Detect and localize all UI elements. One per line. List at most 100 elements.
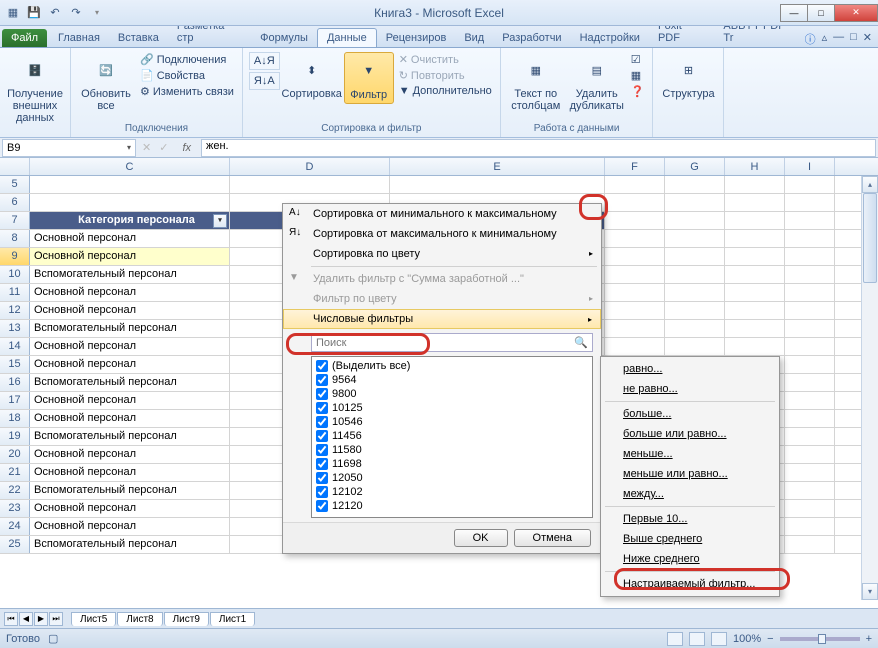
tab-Главная[interactable]: Главная <box>49 29 109 47</box>
between-item[interactable]: между... <box>601 484 779 504</box>
what-if-button[interactable]: ❓ <box>629 84 647 99</box>
row-head[interactable]: 17 <box>0 392 30 409</box>
cell[interactable] <box>785 176 835 193</box>
minimize-button[interactable]: — <box>780 4 808 22</box>
formula-input[interactable]: жен. <box>201 139 876 157</box>
cell[interactable] <box>605 212 665 229</box>
undo-icon[interactable]: ↶ <box>46 4 64 22</box>
row-head[interactable]: 21 <box>0 464 30 481</box>
cell[interactable] <box>725 284 785 301</box>
sort-desc-item[interactable]: Я↓Сортировка от максимального к минималь… <box>283 224 601 244</box>
cell[interactable] <box>725 230 785 247</box>
cell[interactable] <box>30 194 230 211</box>
cell[interactable] <box>665 284 725 301</box>
cell[interactable] <box>725 266 785 283</box>
cell[interactable] <box>785 482 835 499</box>
row-head[interactable]: 20 <box>0 446 30 463</box>
page-layout-view-button[interactable] <box>689 632 705 646</box>
cell[interactable] <box>605 302 665 319</box>
col-head-H[interactable]: H <box>725 158 785 175</box>
lte-item[interactable]: меньше или равно... <box>601 464 779 484</box>
sheet-tab[interactable]: Лист9 <box>164 612 209 626</box>
page-break-view-button[interactable] <box>711 632 727 646</box>
col-head-C[interactable]: C <box>30 158 230 175</box>
cell[interactable]: Вспомогательный персонал <box>30 320 230 337</box>
scroll-down-button[interactable]: ▾ <box>862 583 878 600</box>
cell[interactable] <box>785 518 835 535</box>
tab-Вставка[interactable]: Вставка <box>109 29 168 47</box>
outline-button[interactable]: ⊞Структура <box>659 52 717 102</box>
filter-values-list[interactable]: (Выделить все) 9564980010125105461145611… <box>311 356 593 518</box>
zoom-out-button[interactable]: − <box>767 633 773 645</box>
sort-asc-item[interactable]: А↓Сортировка от минимального к максималь… <box>283 204 601 224</box>
row-head[interactable]: 12 <box>0 302 30 319</box>
cell[interactable] <box>785 266 835 283</box>
cell[interactable] <box>665 248 725 265</box>
row-head[interactable]: 24 <box>0 518 30 535</box>
cell[interactable] <box>785 284 835 301</box>
cell[interactable] <box>605 338 665 355</box>
cell[interactable] <box>725 338 785 355</box>
row-head[interactable]: 22 <box>0 482 30 499</box>
above-avg-item[interactable]: Выше среднего <box>601 529 779 549</box>
not-equals-item[interactable]: не равно... <box>601 379 779 399</box>
cell[interactable] <box>605 320 665 337</box>
tab-file[interactable]: Файл <box>2 29 47 47</box>
row-head[interactable]: 16 <box>0 374 30 391</box>
col-head-D[interactable]: D <box>230 158 390 175</box>
gte-item[interactable]: больше или равно... <box>601 424 779 444</box>
cell[interactable] <box>785 230 835 247</box>
cell[interactable] <box>725 212 785 229</box>
sheet-nav-first[interactable]: ⏮ <box>4 612 18 626</box>
cell[interactable] <box>785 374 835 391</box>
filter-value-checkbox[interactable]: 12050 <box>314 471 590 485</box>
cell[interactable] <box>785 536 835 553</box>
filter-value-checkbox[interactable]: 11698 <box>314 457 590 471</box>
row-head[interactable]: 18 <box>0 410 30 427</box>
ribbon-min-icon[interactable]: ▵ <box>822 31 828 47</box>
zoom-slider[interactable] <box>780 637 860 641</box>
fx-icon[interactable]: fx <box>172 142 201 154</box>
number-filters-item[interactable]: Числовые фильтры▸ <box>283 309 601 329</box>
sheet-nav-prev[interactable]: ◀ <box>19 612 33 626</box>
row-head[interactable]: 8 <box>0 230 30 247</box>
row-head[interactable]: 7 <box>0 212 30 229</box>
scroll-up-button[interactable]: ▴ <box>862 176 878 193</box>
connections-button[interactable]: 🔗 Подключения <box>138 52 236 67</box>
cell[interactable] <box>725 176 785 193</box>
cell[interactable] <box>665 212 725 229</box>
doc-restore-icon[interactable]: □ <box>850 31 857 47</box>
cell[interactable] <box>665 266 725 283</box>
row-head[interactable]: 9 <box>0 248 30 265</box>
filter-value-checkbox[interactable]: 9800 <box>314 387 590 401</box>
remove-duplicates-button[interactable]: ▤Удалить дубликаты <box>568 52 626 114</box>
sheet-nav-last[interactable]: ⏭ <box>49 612 63 626</box>
doc-close-icon[interactable]: ✕ <box>863 31 872 47</box>
cell[interactable]: Вспомогательный персонал <box>30 482 230 499</box>
consolidate-button[interactable]: ▦ <box>629 68 647 83</box>
maximize-button[interactable]: □ <box>807 4 835 22</box>
col-head-F[interactable]: F <box>605 158 665 175</box>
name-box[interactable]: B9▾ <box>2 139 136 157</box>
cell[interactable]: Основной персонал <box>30 410 230 427</box>
cell[interactable]: Основной персонал <box>30 338 230 355</box>
row-head[interactable]: 6 <box>0 194 30 211</box>
row-head[interactable]: 23 <box>0 500 30 517</box>
row-head[interactable]: 15 <box>0 356 30 373</box>
sheet-tab[interactable]: Лист1 <box>210 612 255 626</box>
cell[interactable] <box>665 194 725 211</box>
filter-value-checkbox[interactable]: 10546 <box>314 415 590 429</box>
cell[interactable]: Основной персонал <box>30 392 230 409</box>
row-head[interactable]: 13 <box>0 320 30 337</box>
less-item[interactable]: меньше... <box>601 444 779 464</box>
cell[interactable] <box>785 446 835 463</box>
cell[interactable] <box>30 176 230 193</box>
tab-Надстройки[interactable]: Надстройки <box>571 29 649 47</box>
cell[interactable] <box>785 212 835 229</box>
qat-more-icon[interactable]: ▾ <box>88 4 106 22</box>
cell[interactable]: Основной персонал <box>30 356 230 373</box>
sort-asc-button[interactable]: А↓Я <box>249 52 280 70</box>
row-head[interactable]: 19 <box>0 428 30 445</box>
doc-min-icon[interactable]: — <box>833 31 844 47</box>
filter-search-box[interactable]: 🔍 <box>311 333 593 352</box>
